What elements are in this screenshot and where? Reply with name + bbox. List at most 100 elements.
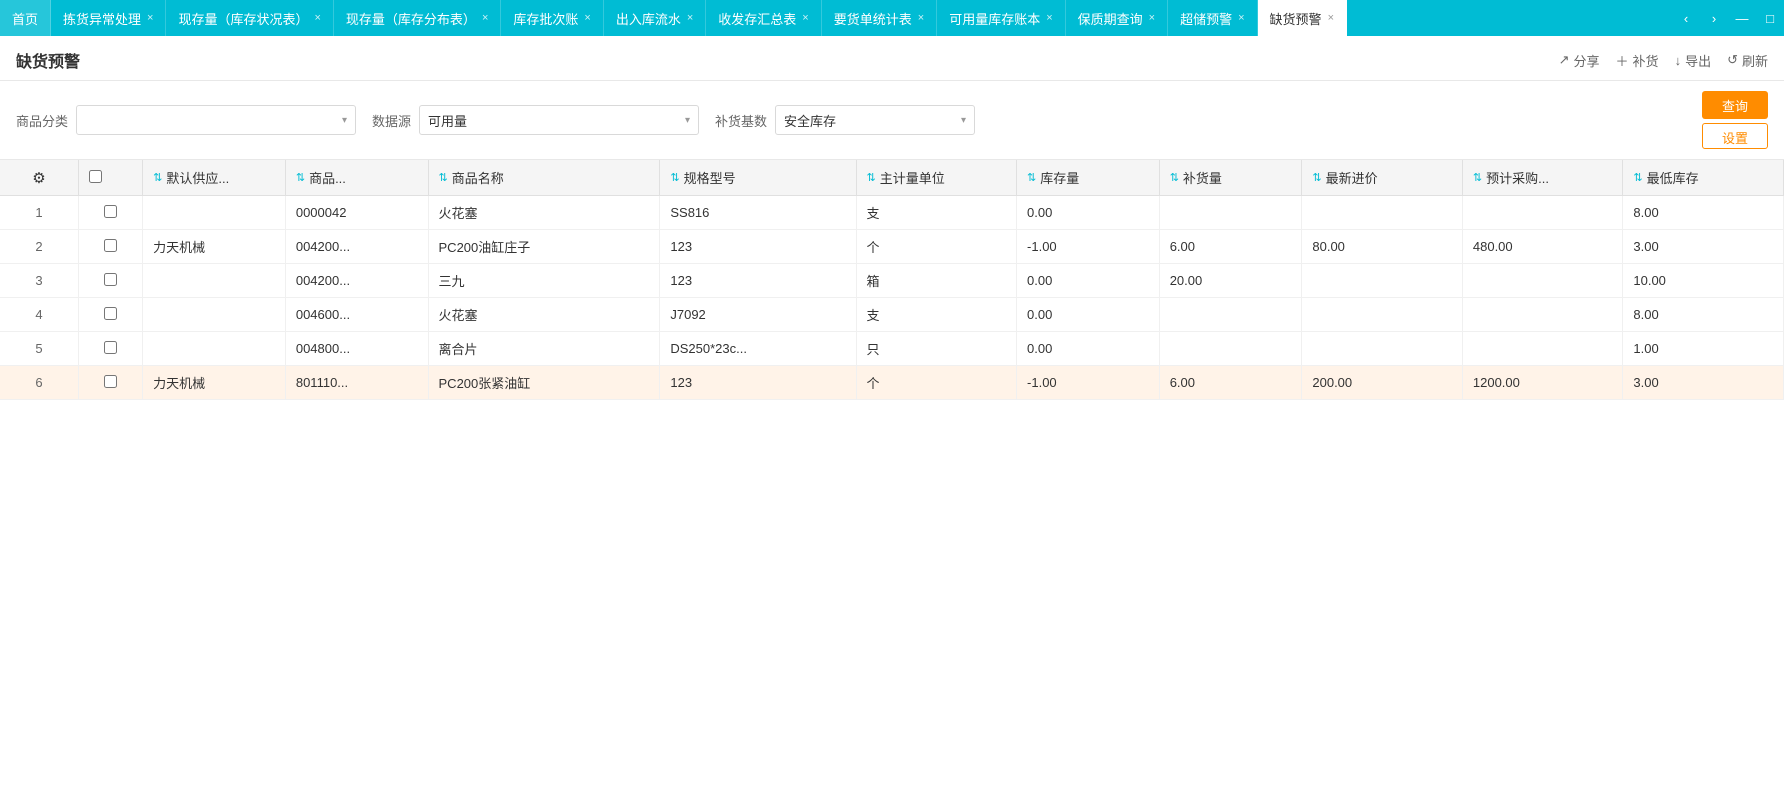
table-row[interactable]: 4004600...火花塞J7092支0.008.00 (0, 298, 1784, 332)
tab-item-0[interactable]: 首页 (0, 0, 51, 36)
datasource-select[interactable]: 可用量 ▾ (419, 105, 699, 135)
data-table: ⚙⇅默认供应...⇅商品...⇅商品名称⇅规格型号⇅主计量单位⇅库存量⇅补货量⇅… (0, 160, 1784, 400)
row-checkbox-3[interactable] (104, 307, 117, 320)
settings-gear-icon[interactable]: ⚙ (32, 170, 45, 187)
tab-label: 现存量（库存状况表） (178, 9, 308, 28)
chevron-left-icon: ‹ (1684, 11, 1688, 26)
table-row[interactable]: 3004200...三九123箱0.0020.0010.00 (0, 264, 1784, 298)
tab-item-7[interactable]: 要货单统计表× (822, 0, 937, 36)
row-checkbox-4[interactable] (104, 341, 117, 354)
tab-close-icon[interactable]: × (1046, 12, 1052, 24)
cell-product_code-0: 0000042 (285, 196, 428, 230)
replenish-button[interactable]: ＋ 补货 (1616, 51, 1659, 70)
tab-close-icon[interactable]: × (1328, 12, 1334, 24)
settings-button[interactable]: 设置 (1702, 123, 1768, 149)
row-checkbox-1[interactable] (104, 239, 117, 252)
tab-nav-next[interactable]: › (1700, 0, 1728, 36)
window-maximize-button[interactable]: □ (1756, 0, 1784, 36)
tab-close-icon[interactable]: × (1149, 12, 1155, 24)
replenish-dropdown-icon: ▾ (961, 115, 966, 126)
cell-min_stock-2: 10.00 (1623, 264, 1784, 298)
col-header-spec[interactable]: ⇅规格型号 (660, 160, 856, 196)
table-row[interactable]: 10000042火花塞SS816支0.008.00 (0, 196, 1784, 230)
tab-item-5[interactable]: 出入库流水 × (604, 0, 706, 36)
cell-checkbox-0[interactable] (78, 196, 142, 230)
cell-product_code-1: 004200... (285, 230, 428, 264)
export-button[interactable]: ↓ 导出 (1675, 51, 1712, 70)
tab-item-10[interactable]: 超储预警× (1168, 0, 1257, 36)
tab-item-4[interactable]: 库存批次账× (501, 0, 603, 36)
tab-label: 缺货预警 (1270, 9, 1322, 28)
col-header-min_stock[interactable]: ⇅最低库存 (1623, 160, 1784, 196)
table-row[interactable]: 6力天机械801110...PC200张紧油缸123个-1.006.00200.… (0, 366, 1784, 400)
cell-checkbox-5[interactable] (78, 366, 142, 400)
col-header-supplier[interactable]: ⇅默认供应... (143, 160, 286, 196)
window-minimize-button[interactable]: — (1728, 0, 1756, 36)
replenish-icon: ＋ (1616, 51, 1629, 70)
share-button[interactable]: ↗ 分享 (1559, 51, 1600, 70)
tab-item-6[interactable]: 收发存汇总表× (706, 0, 821, 36)
tab-item-1[interactable]: 拣货异常处理× (51, 0, 166, 36)
tab-item-8[interactable]: 可用量库存账本× (937, 0, 1065, 36)
col-header-product_name[interactable]: ⇅商品名称 (428, 160, 660, 196)
col-header-latest_price[interactable]: ⇅最新进价 (1302, 160, 1463, 196)
share-icon: ↗ (1559, 52, 1570, 68)
query-button[interactable]: 查询 (1702, 91, 1768, 119)
replenish-select[interactable]: 安全库存 ▾ (775, 105, 975, 135)
tab-close-icon[interactable]: × (802, 12, 808, 24)
tab-label: 出入库流水 (616, 9, 681, 28)
refresh-button[interactable]: ↺ 刷新 (1727, 51, 1768, 70)
sort-icon-latest_price: ⇅ (1312, 171, 1321, 184)
cell-unit-3: 支 (856, 298, 1017, 332)
table-container[interactable]: ⚙⇅默认供应...⇅商品...⇅商品名称⇅规格型号⇅主计量单位⇅库存量⇅补货量⇅… (0, 160, 1784, 796)
cell-stock-4: 0.00 (1017, 332, 1160, 366)
cell-checkbox-2[interactable] (78, 264, 142, 298)
col-label-estimated_purchase: 预计采购... (1486, 168, 1549, 187)
col-header-replenish_qty[interactable]: ⇅补货量 (1159, 160, 1302, 196)
row-checkbox-2[interactable] (104, 273, 117, 286)
cell-replenish_qty-2: 20.00 (1159, 264, 1302, 298)
table-row[interactable]: 5004800...离合片DS250*23c...只0.001.00 (0, 332, 1784, 366)
col-label-product_code: 商品... (309, 168, 346, 187)
tab-close-icon[interactable]: × (147, 12, 153, 24)
cell-latest_price-1: 80.00 (1302, 230, 1463, 264)
tab-close-icon[interactable]: × (314, 12, 320, 24)
tab-close-icon[interactable]: × (584, 12, 590, 24)
cell-spec-2: 123 (660, 264, 856, 298)
tab-nav-prev[interactable]: ‹ (1672, 0, 1700, 36)
refresh-icon: ↺ (1727, 52, 1738, 68)
tab-item-9[interactable]: 保质期查询 × (1066, 0, 1168, 36)
tab-item-11[interactable]: 缺货预警 × (1258, 0, 1347, 36)
cell-checkbox-3[interactable] (78, 298, 142, 332)
col-header-estimated_purchase[interactable]: ⇅预计采购... (1462, 160, 1623, 196)
sort-icon-supplier: ⇅ (153, 171, 162, 184)
cell-min_stock-1: 3.00 (1623, 230, 1784, 264)
row-checkbox-0[interactable] (104, 205, 117, 218)
col-header-stock[interactable]: ⇅库存量 (1017, 160, 1160, 196)
category-label: 商品分类 (16, 111, 68, 130)
cell-min_stock-3: 8.00 (1623, 298, 1784, 332)
row-checkbox-5[interactable] (104, 375, 117, 388)
col-header-product_code[interactable]: ⇅商品... (285, 160, 428, 196)
tab-item-2[interactable]: 现存量（库存状况表） × (166, 0, 333, 36)
tab-close-icon[interactable]: × (1238, 12, 1244, 24)
col-header-unit[interactable]: ⇅主计量单位 (856, 160, 1017, 196)
col-label-stock: 库存量 (1040, 168, 1079, 187)
cell-spec-0: SS816 (660, 196, 856, 230)
tab-item-3[interactable]: 现存量（库存分布表）× (334, 0, 501, 36)
cell-spec-1: 123 (660, 230, 856, 264)
sort-icon-min_stock: ⇅ (1633, 171, 1642, 184)
tab-close-icon[interactable]: × (482, 12, 488, 24)
category-select[interactable]: ▾ (76, 105, 356, 135)
filter-bar: 商品分类 ▾ 数据源 可用量 ▾ 补货基数 安全库存 ▾ 查询 设置 (0, 81, 1784, 160)
cell-checkbox-1[interactable] (78, 230, 142, 264)
select-all-checkbox[interactable] (89, 170, 102, 183)
tab-close-icon[interactable]: × (918, 12, 924, 24)
cell-unit-4: 只 (856, 332, 1017, 366)
cell-estimated_purchase-0 (1462, 196, 1623, 230)
tab-label: 保质期查询 (1078, 9, 1143, 28)
table-row[interactable]: 2力天机械004200...PC200油缸庄子123个-1.006.0080.0… (0, 230, 1784, 264)
tab-close-icon[interactable]: × (687, 12, 693, 24)
category-dropdown-icon: ▾ (342, 115, 347, 126)
cell-checkbox-4[interactable] (78, 332, 142, 366)
